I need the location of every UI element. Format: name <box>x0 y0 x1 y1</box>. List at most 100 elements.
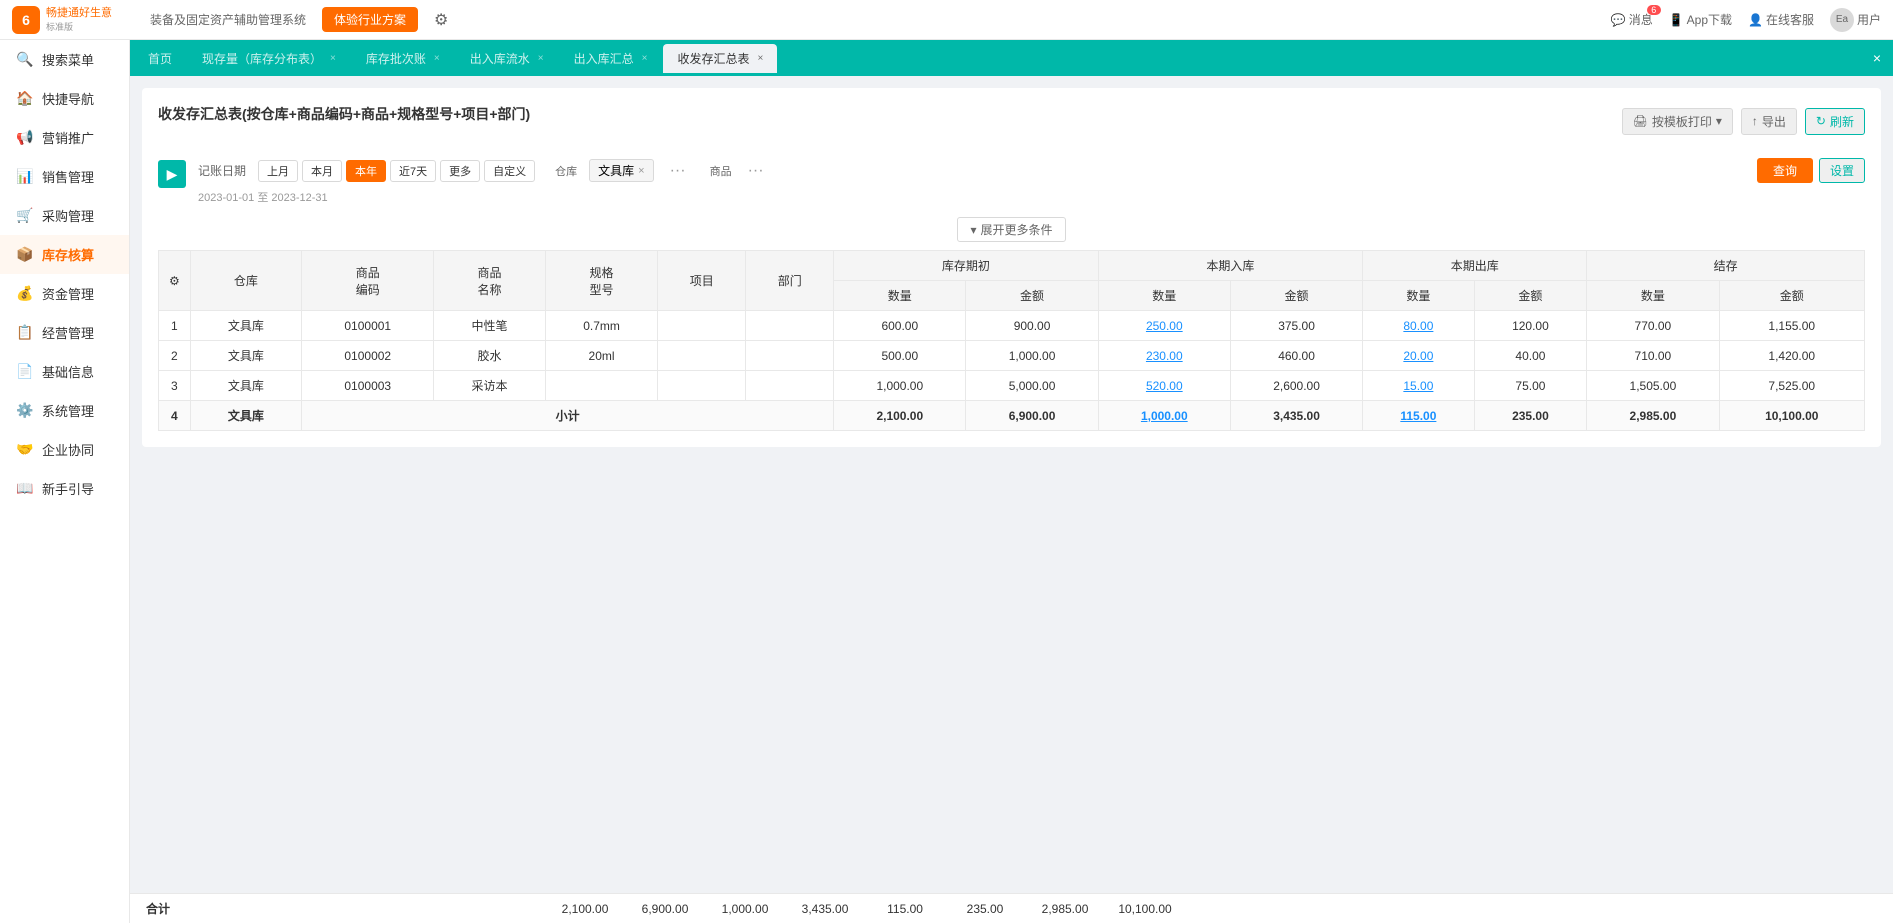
message-btn[interactable]: 💬 消息 6 <box>1611 11 1653 28</box>
subtotal-in-amt: 3,435.00 <box>1230 401 1362 431</box>
tab-recv-send[interactable]: 收发存汇总表 × <box>663 44 777 73</box>
cell-no: 1 <box>159 311 191 341</box>
date-btn-this-month[interactable]: 本月 <box>302 160 342 182</box>
tab-close-all[interactable]: × <box>1865 50 1889 66</box>
export-button[interactable]: ↑ 导出 <box>1741 108 1797 135</box>
sidebar-item-inventory[interactable]: 📦 库存核算 <box>0 235 129 274</box>
filter-collapse-button[interactable]: ▶ <box>158 160 186 188</box>
cell-out-amt: 75.00 <box>1474 371 1587 401</box>
cell-goods-name: 胶水 <box>434 341 545 371</box>
cell-goods-name: 中性笔 <box>434 311 545 341</box>
th-settings[interactable]: ⚙ <box>159 251 191 311</box>
subtotal-label: 小计 <box>302 401 834 431</box>
marketing-icon: 📢 <box>16 129 34 146</box>
tab-home[interactable]: 首页 <box>134 44 186 73</box>
tab-batch-ledger-close[interactable]: × <box>434 53 440 64</box>
cell-opening-amt: 900.00 <box>966 311 1098 341</box>
tab-inventory-dist[interactable]: 现存量（库存分布表） × <box>188 44 350 73</box>
sidebar-item-label: 系统管理 <box>42 401 94 420</box>
cell-department <box>746 371 834 401</box>
subtotal-warehouse: 文具库 <box>190 401 301 431</box>
online-service-btn[interactable]: 👤 在线客服 <box>1748 11 1814 28</box>
sidebar-item-guide[interactable]: 📖 新手引导 <box>0 469 129 508</box>
sidebar-item-sales[interactable]: 📊 销售管理 <box>0 157 129 196</box>
total-in-qty: 1,000.00 <box>705 902 785 916</box>
sidebar-item-quick[interactable]: 🏠 快捷导航 <box>0 79 129 118</box>
subtotal-no: 4 <box>159 401 191 431</box>
date-btn-custom[interactable]: 自定义 <box>484 160 535 182</box>
tab-inout-summary-close[interactable]: × <box>642 53 648 64</box>
subtotal-opening-amt: 6,900.00 <box>966 401 1098 431</box>
filter-row: ▶ 记账日期 上月 本月 本年 近7天 更多 自定义 <box>158 150 1865 213</box>
warehouse-tag-text: 文具库 <box>598 162 634 179</box>
cell-closing-qty: 1,505.00 <box>1587 371 1719 401</box>
tab-inventory-dist-close[interactable]: × <box>330 53 336 64</box>
tab-inout-summary[interactable]: 出入库汇总 × <box>560 44 662 73</box>
page-content: 收发存汇总表(按仓库+商品编码+商品+规格型号+项目+部门) 🖨 按模板打印 ▾… <box>130 76 1893 893</box>
table-row: 2 文具库 0100002 胶水 20ml 500.00 1,000.00 23… <box>159 341 1865 371</box>
expand-conditions-button[interactable]: ▾ 展开更多条件 <box>957 217 1065 242</box>
date-btn-this-year[interactable]: 本年 <box>346 160 386 182</box>
cell-opening-amt: 1,000.00 <box>966 341 1098 371</box>
th-closing-group: 结存 <box>1587 251 1865 281</box>
cell-in-qty[interactable]: 250.00 <box>1098 311 1230 341</box>
sidebar-item-search[interactable]: 🔍 搜索菜单 <box>0 40 129 79</box>
tab-inout-flow[interactable]: 出入库流水 × <box>456 44 558 73</box>
bottom-total: 合计 2,100.00 6,900.00 1,000.00 3,435.00 1… <box>130 893 1893 923</box>
cell-in-qty[interactable]: 230.00 <box>1098 341 1230 371</box>
tab-inout-flow-close[interactable]: × <box>538 53 544 64</box>
tab-recv-send-close[interactable]: × <box>757 53 763 64</box>
th-closing-amt: 金额 <box>1719 281 1864 311</box>
date-btn-more[interactable]: 更多 <box>440 160 480 182</box>
cell-out-qty[interactable]: 20.00 <box>1363 341 1474 371</box>
warehouse-more-icon[interactable]: ··· <box>666 162 690 180</box>
tab-batch-ledger[interactable]: 库存批次账 × <box>352 44 454 73</box>
th-opening-group: 库存期初 <box>834 251 1099 281</box>
top-bar-right: 💬 消息 6 📱 App下载 👤 在线客服 Ea 用户 <box>1611 8 1881 32</box>
table-row: 3 文具库 0100003 采访本 1,000.00 5,000.00 520.… <box>159 371 1865 401</box>
sidebar-item-label: 经营管理 <box>42 323 94 342</box>
logo-icon: 6 <box>12 6 40 34</box>
sidebar-item-marketing[interactable]: 📢 营销推广 <box>0 118 129 157</box>
th-opening-qty: 数量 <box>834 281 966 311</box>
date-btn-7days[interactable]: 近7天 <box>390 160 436 182</box>
chevron-down-icon: ▾ <box>1716 114 1722 128</box>
cell-goods-name: 采访本 <box>434 371 545 401</box>
sidebar-item-system[interactable]: ⚙️ 系统管理 <box>0 391 129 430</box>
warehouse-tag-close[interactable]: × <box>638 165 644 177</box>
cell-warehouse: 文具库 <box>190 311 301 341</box>
goods-more-icon[interactable]: ··· <box>744 162 768 180</box>
cell-in-qty[interactable]: 520.00 <box>1098 371 1230 401</box>
settings-button[interactable]: 设置 <box>1819 158 1865 183</box>
date-btn-last-month[interactable]: 上月 <box>258 160 298 182</box>
total-closing-amt: 10,100.00 <box>1105 902 1185 916</box>
sidebar-item-operations[interactable]: 📋 经营管理 <box>0 313 129 352</box>
sidebar-item-label: 采购管理 <box>42 206 94 225</box>
sidebar-item-enterprise[interactable]: 🤝 企业协同 <box>0 430 129 469</box>
print-button[interactable]: 🖨 按模板打印 ▾ <box>1622 108 1733 135</box>
print-icon: 🖨 <box>1633 114 1648 128</box>
sidebar-item-basic[interactable]: 📄 基础信息 <box>0 352 129 391</box>
sidebar-item-purchase[interactable]: 🛒 采购管理 <box>0 196 129 235</box>
export-label: 导出 <box>1762 113 1786 130</box>
tab-inout-summary-label: 出入库汇总 <box>574 50 634 67</box>
query-button[interactable]: 查询 <box>1757 158 1813 183</box>
message-count: 6 <box>1647 5 1661 15</box>
switch-industry-button[interactable]: 体验行业方案 <box>322 7 418 32</box>
logo-badge: 标准版 <box>46 20 112 33</box>
tab-recv-send-label: 收发存汇总表 <box>677 50 749 67</box>
user-btn[interactable]: Ea 用户 <box>1830 8 1881 32</box>
app-download-btn[interactable]: 📱 App下载 <box>1669 11 1732 28</box>
subtotal-in-qty[interactable]: 1,000.00 <box>1098 401 1230 431</box>
cell-out-qty[interactable]: 15.00 <box>1363 371 1474 401</box>
subtotal-closing-amt: 10,100.00 <box>1719 401 1864 431</box>
cell-closing-amt: 7,525.00 <box>1719 371 1864 401</box>
sidebar-item-finance[interactable]: 💰 资金管理 <box>0 274 129 313</box>
sidebar: 🔍 搜索菜单 🏠 快捷导航 📢 营销推广 📊 销售管理 🛒 采购管理 📦 库存核… <box>0 40 130 923</box>
cell-closing-amt: 1,420.00 <box>1719 341 1864 371</box>
subtotal-out-qty[interactable]: 115.00 <box>1363 401 1474 431</box>
subtotal-out-amt: 235.00 <box>1474 401 1587 431</box>
settings-icon[interactable]: ⚙ <box>434 10 448 30</box>
cell-out-qty[interactable]: 80.00 <box>1363 311 1474 341</box>
refresh-button[interactable]: ↻ 刷新 <box>1805 108 1865 135</box>
